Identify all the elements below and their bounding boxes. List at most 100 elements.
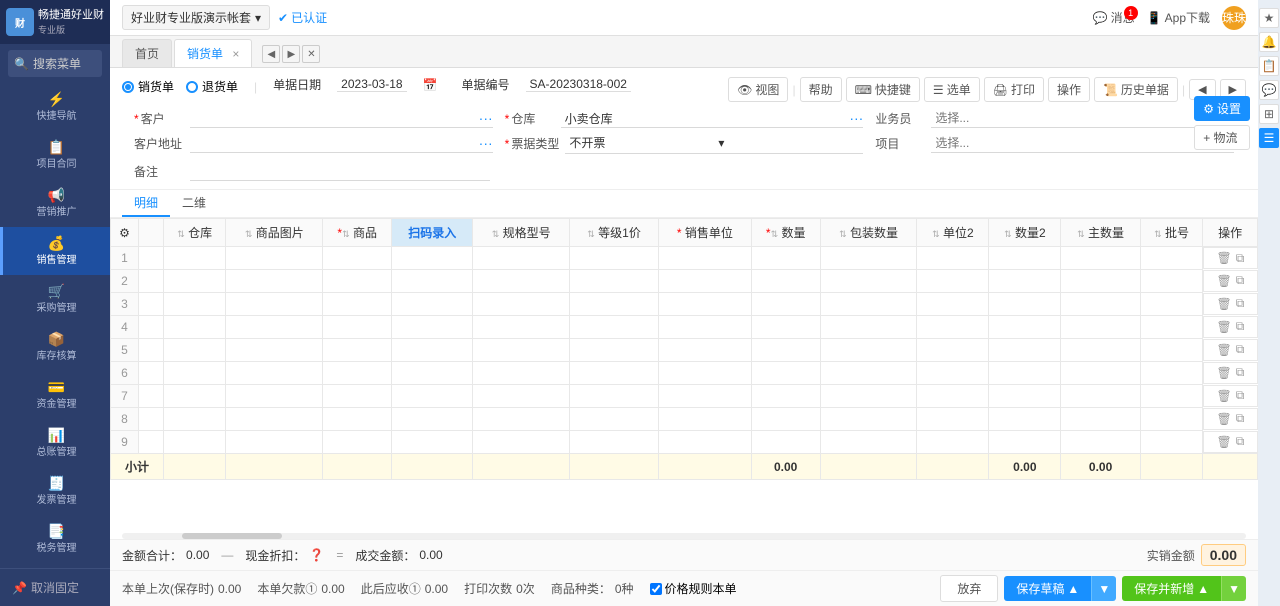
table-cell[interactable] (1140, 431, 1202, 454)
delete-row-icon[interactable]: 🗑 (1217, 274, 1232, 288)
table-cell[interactable] (1140, 339, 1202, 362)
table-cell[interactable] (139, 293, 164, 316)
table-cell[interactable] (164, 339, 226, 362)
table-cell[interactable] (917, 431, 989, 454)
table-cell[interactable] (392, 247, 473, 270)
sidebar-item-quick-nav[interactable]: ⚡ 快捷导航 (0, 83, 110, 131)
message-button[interactable]: 💬 消息 1 (1093, 9, 1135, 26)
table-cell[interactable] (820, 385, 917, 408)
col-product-image[interactable]: ⇅ 商品图片 (226, 219, 323, 247)
table-cell[interactable] (1061, 293, 1141, 316)
copy-row-icon[interactable]: ⧉ (1236, 434, 1245, 449)
table-cell[interactable] (659, 316, 752, 339)
table-cell[interactable] (392, 385, 473, 408)
table-cell[interactable] (473, 293, 570, 316)
help-icon[interactable]: ❓ (309, 548, 324, 562)
table-cell[interactable] (570, 362, 659, 385)
table-cell[interactable] (1140, 270, 1202, 293)
table-cell[interactable] (139, 339, 164, 362)
sidebar-item-marketing[interactable]: 📢 营销推广 (0, 179, 110, 227)
table-cell[interactable] (570, 385, 659, 408)
table-cell[interactable] (751, 385, 820, 408)
print-button[interactable]: 🖨 打印 (984, 77, 1044, 102)
tab-close-all-button[interactable]: ✕ (302, 45, 320, 63)
tab-2d[interactable]: 二维 (170, 190, 218, 217)
table-cell[interactable] (139, 362, 164, 385)
sidebar-item-purchase[interactable]: 🛒 采购管理 (0, 275, 110, 323)
table-cell[interactable] (751, 293, 820, 316)
table-cell[interactable] (1061, 408, 1141, 431)
table-cell[interactable] (226, 385, 323, 408)
table-cell[interactable] (570, 316, 659, 339)
table-cell[interactable] (1061, 247, 1141, 270)
table-cell[interactable] (226, 408, 323, 431)
table-cell[interactable] (989, 408, 1061, 431)
table-cell[interactable] (226, 362, 323, 385)
sidebar-item-sales[interactable]: 💰 销售管理 (0, 227, 110, 275)
table-cell[interactable] (323, 293, 392, 316)
copy-row-icon[interactable]: ⧉ (1236, 342, 1245, 357)
table-cell[interactable] (917, 316, 989, 339)
abandon-button[interactable]: 放弃 (940, 575, 998, 602)
table-cell[interactable] (820, 270, 917, 293)
delete-row-icon[interactable]: 🗑 (1217, 366, 1232, 380)
sidebar-item-project[interactable]: 📋 项目合同 (0, 131, 110, 179)
col-quantity[interactable]: *⇅ 数量 (751, 219, 820, 247)
table-cell[interactable] (1061, 339, 1141, 362)
table-cell[interactable] (473, 270, 570, 293)
table-cell[interactable] (1140, 385, 1202, 408)
table-cell[interactable] (820, 316, 917, 339)
col-main-qty[interactable]: ⇅ 主数量 (1061, 219, 1141, 247)
table-cell[interactable] (751, 270, 820, 293)
col-warehouse[interactable]: ⇅ 仓库 (164, 219, 226, 247)
copy-row-icon[interactable]: ⧉ (1236, 296, 1245, 311)
table-cell[interactable] (1061, 362, 1141, 385)
table-cell[interactable] (1140, 408, 1202, 431)
sidebar-item-accounting[interactable]: 📊 总账管理 (0, 419, 110, 467)
table-cell[interactable] (226, 293, 323, 316)
tab-close-icon[interactable]: × (232, 47, 239, 61)
table-cell[interactable] (323, 270, 392, 293)
customer-select-icon[interactable]: ··· (479, 110, 493, 126)
table-cell[interactable] (139, 408, 164, 431)
app-download-button[interactable]: 📱 App下载 (1147, 9, 1210, 26)
table-cell[interactable] (820, 408, 917, 431)
return-order-radio[interactable]: 退货单 (186, 78, 238, 95)
table-cell[interactable] (164, 316, 226, 339)
table-cell[interactable] (659, 408, 752, 431)
sidebar-item-tax[interactable]: 📑 税务管理 (0, 515, 110, 563)
delete-row-icon[interactable]: 🗑 (1217, 435, 1232, 449)
table-cell[interactable] (917, 270, 989, 293)
table-cell[interactable] (570, 408, 659, 431)
table-cell[interactable] (659, 293, 752, 316)
price-rule-checkbox[interactable]: 价格规则本单 (650, 580, 737, 597)
user-area[interactable]: 珠珠 (1222, 6, 1246, 30)
table-cell[interactable] (473, 339, 570, 362)
col-sales-unit[interactable]: * 销售单位 (659, 219, 752, 247)
table-cell[interactable] (323, 385, 392, 408)
table-cell[interactable] (989, 293, 1061, 316)
table-cell[interactable] (1061, 316, 1141, 339)
table-cell[interactable] (751, 408, 820, 431)
table-cell[interactable] (164, 293, 226, 316)
right-panel-star-icon[interactable]: ★ (1259, 8, 1279, 28)
col-qty2[interactable]: ⇅ 数量2 (989, 219, 1061, 247)
table-cell[interactable] (323, 339, 392, 362)
table-cell[interactable] (820, 339, 917, 362)
table-cell[interactable] (164, 385, 226, 408)
customer-input[interactable] (190, 109, 475, 127)
table-cell[interactable] (392, 293, 473, 316)
right-panel-bell-icon[interactable]: 🔔 (1259, 32, 1279, 52)
table-cell[interactable] (820, 431, 917, 454)
setup-button[interactable]: ⚙ 设置 (1194, 96, 1250, 121)
cancel-fixed-button[interactable]: 📌 取消固定 (8, 575, 102, 600)
table-cell[interactable] (473, 316, 570, 339)
table-cell[interactable] (392, 316, 473, 339)
save-draft-button[interactable]: 保存草稿 ▲ (1004, 576, 1091, 601)
tab-prev-button[interactable]: ◀ (262, 45, 280, 63)
table-cell[interactable] (473, 385, 570, 408)
table-cell[interactable] (917, 362, 989, 385)
col-batch-no[interactable]: ⇅ 批号 (1140, 219, 1202, 247)
warehouse-select-icon[interactable]: ··· (849, 110, 863, 126)
table-cell[interactable] (164, 270, 226, 293)
